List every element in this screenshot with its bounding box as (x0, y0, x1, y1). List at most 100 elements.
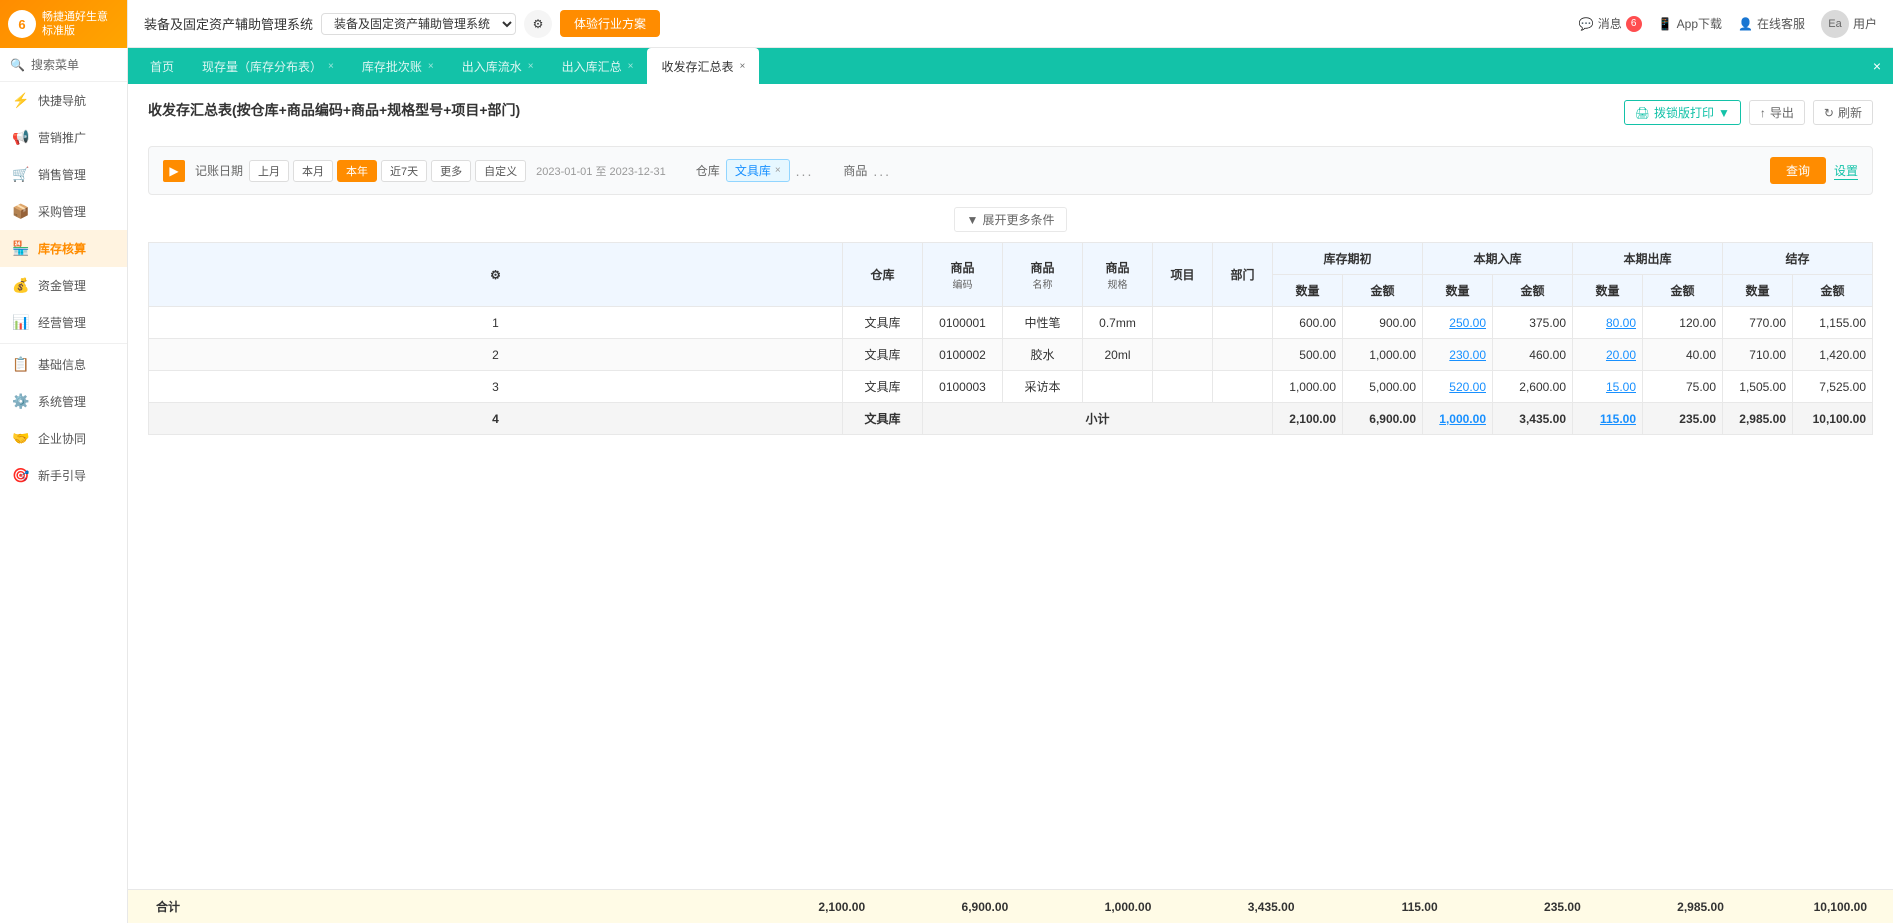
col-settings-header[interactable]: ⚙ (149, 243, 843, 307)
date-custom[interactable]: 自定义 (475, 160, 526, 182)
refresh-icon: ↻ (1824, 106, 1834, 120)
data-table: ⚙ 仓库 商品编码 商品名称 商品规格 项目 部门 库存期初 本期入库 本期出库… (148, 242, 1873, 435)
col-code-header: 商品编码 (923, 243, 1003, 307)
tab-home[interactable]: 首页 (136, 48, 188, 84)
filter-toggle-arrow[interactable]: ▶ (163, 160, 185, 182)
row2-out-qty[interactable]: 20.00 (1573, 339, 1643, 371)
subtotal-in-qty[interactable]: 1,000.00 (1423, 403, 1493, 435)
base-info-icon: 📋 (12, 356, 30, 373)
service-icon: 👤 (1738, 17, 1753, 31)
row1-in-qty[interactable]: 250.00 (1423, 307, 1493, 339)
sidebar-item-finance[interactable]: 💰 资金管理 (0, 267, 127, 304)
col-opening-qty-header: 数量 (1273, 275, 1343, 307)
tab-bar-close-button[interactable]: × (1873, 58, 1881, 74)
row1-in-amt: 375.00 (1493, 307, 1573, 339)
row3-balance-qty: 1,505.00 (1723, 371, 1793, 403)
tab-inventory-dist[interactable]: 现存量（库存分布表） × (188, 48, 348, 84)
warehouse-tag-close[interactable]: × (775, 165, 781, 176)
subtotal-no: 4 (149, 403, 843, 435)
table-settings-link[interactable]: 设置 (1834, 162, 1858, 180)
tab-inout-summary[interactable]: 出入库汇总 × (548, 48, 648, 84)
footer-opening-qty: 2,100.00 (728, 900, 871, 914)
expand-row: ▼ 展开更多条件 (148, 207, 1873, 232)
row3-out-qty[interactable]: 15.00 (1573, 371, 1643, 403)
tab-bar: 首页 现存量（库存分布表） × 库存批次账 × 出入库流水 × 出入库汇总 × … (128, 48, 1893, 84)
col-in-header: 本期入库 (1423, 243, 1573, 275)
tab-close-recv-send-summary[interactable]: × (739, 61, 745, 72)
sidebar-item-system[interactable]: ⚙️ 系统管理 (0, 383, 127, 420)
chevron-down-icon: ▼ (1718, 106, 1730, 120)
row1-balance-amt: 1,155.00 (1793, 307, 1873, 339)
export-button[interactable]: ↑ 导出 (1749, 100, 1805, 125)
sidebar-item-business[interactable]: 📊 经营管理 (0, 304, 127, 341)
gear-button[interactable]: ⚙ (524, 10, 552, 38)
app-download-action[interactable]: 📱 App下载 (1658, 15, 1722, 32)
header-left: 装备及固定资产辅助管理系统 装备及固定资产辅助管理系统 ⚙ 体验行业方案 (144, 10, 660, 38)
row1-project (1153, 307, 1213, 339)
row3-out-amt: 75.00 (1643, 371, 1723, 403)
row2-out-amt: 40.00 (1643, 339, 1723, 371)
footer-total-bar: 合计 2,100.00 6,900.00 1,000.00 3,435.00 1… (128, 889, 1893, 923)
row2-balance-qty: 710.00 (1723, 339, 1793, 371)
tab-close-inout-summary[interactable]: × (628, 61, 634, 72)
date-7days[interactable]: 近7天 (381, 160, 427, 182)
user-action[interactable]: Ea 用户 (1821, 10, 1877, 38)
sidebar-item-sales[interactable]: 🛒 销售管理 (0, 156, 127, 193)
tab-close-batch-account[interactable]: × (428, 61, 434, 72)
tab-inout-flow[interactable]: 出入库流水 × (448, 48, 548, 84)
sidebar-item-guide[interactable]: 🎯 新手引导 (0, 457, 127, 494)
row2-balance-amt: 1,420.00 (1793, 339, 1873, 371)
print-button[interactable]: 🖨 拨锁版打印 ▼ (1624, 100, 1741, 125)
row2-in-qty[interactable]: 230.00 (1423, 339, 1493, 371)
row1-dept (1213, 307, 1273, 339)
query-button[interactable]: 查询 (1770, 157, 1826, 184)
sidebar-search[interactable]: 🔍 搜索菜单 (0, 48, 127, 82)
footer-balance-amt: 10,100.00 (1730, 900, 1873, 914)
row2-opening-qty: 500.00 (1273, 339, 1343, 371)
goods-filter-section: 商品 ... (843, 162, 891, 179)
gear-icon: ⚙ (533, 17, 544, 31)
row1-name: 中性笔 (1003, 307, 1083, 339)
sidebar-item-inventory[interactable]: 🏪 库存核算 (0, 230, 127, 267)
app-icon: 📱 (1658, 17, 1673, 31)
sidebar-item-marketing[interactable]: 📢 营销推广 (0, 119, 127, 156)
row1-out-qty[interactable]: 80.00 (1573, 307, 1643, 339)
row1-balance-qty: 770.00 (1723, 307, 1793, 339)
row3-name: 采访本 (1003, 371, 1083, 403)
main-content: 装备及固定资产辅助管理系统 装备及固定资产辅助管理系统 ⚙ 体验行业方案 💬 消… (128, 0, 1893, 923)
sidebar-item-base-info[interactable]: 📋 基础信息 (0, 346, 127, 383)
subtotal-out-qty[interactable]: 115.00 (1573, 403, 1643, 435)
sidebar-item-quick-nav[interactable]: ⚡ 快捷导航 (0, 82, 127, 119)
corp-collab-icon: 🤝 (12, 430, 30, 447)
marketing-icon: 📢 (12, 129, 30, 146)
tab-close-inout-flow[interactable]: × (528, 61, 534, 72)
warehouse-more-dots[interactable]: ... (796, 163, 814, 179)
goods-more-dots[interactable]: ... (873, 163, 891, 179)
warehouse-filter-section: 仓库 文具库 × ... (696, 159, 814, 182)
refresh-button[interactable]: ↻ 刷新 (1813, 100, 1873, 125)
row2-opening-amt: 1,000.00 (1343, 339, 1423, 371)
tab-close-inventory-dist[interactable]: × (328, 61, 334, 72)
date-this-year[interactable]: 本年 (337, 160, 377, 182)
row3-no: 3 (149, 371, 843, 403)
col-balance-qty-header: 数量 (1723, 275, 1793, 307)
tab-recv-send-summary[interactable]: 收发存汇总表 × (647, 48, 759, 84)
trial-button[interactable]: 体验行业方案 (560, 10, 660, 37)
date-more[interactable]: 更多 (431, 160, 471, 182)
date-this-month[interactable]: 本月 (293, 160, 333, 182)
row1-opening-qty: 600.00 (1273, 307, 1343, 339)
logo-text: 畅捷通好生意 标准版 (42, 10, 108, 39)
row3-in-qty[interactable]: 520.00 (1423, 371, 1493, 403)
expand-conditions-button[interactable]: ▼ 展开更多条件 (954, 207, 1068, 232)
page-content: 收发存汇总表(按仓库+商品编码+商品+规格型号+项目+部门) 🖨 拨锁版打印 ▼… (128, 84, 1893, 923)
date-prev-month[interactable]: 上月 (249, 160, 289, 182)
tab-batch-account[interactable]: 库存批次账 × (348, 48, 448, 84)
sidebar: 6 畅捷通好生意 标准版 🔍 搜索菜单 ⚡ 快捷导航 📢 营销推广 🛒 销售管理… (0, 0, 128, 923)
online-service-action[interactable]: 👤 在线客服 (1738, 15, 1805, 32)
system-title: 装备及固定资产辅助管理系统 (144, 14, 313, 33)
row3-opening-qty: 1,000.00 (1273, 371, 1343, 403)
sidebar-item-corp-collab[interactable]: 🤝 企业协同 (0, 420, 127, 457)
sidebar-item-purchase[interactable]: 📦 采购管理 (0, 193, 127, 230)
system-selector[interactable]: 装备及固定资产辅助管理系统 (321, 13, 516, 35)
message-action[interactable]: 💬 消息 6 (1579, 15, 1642, 32)
